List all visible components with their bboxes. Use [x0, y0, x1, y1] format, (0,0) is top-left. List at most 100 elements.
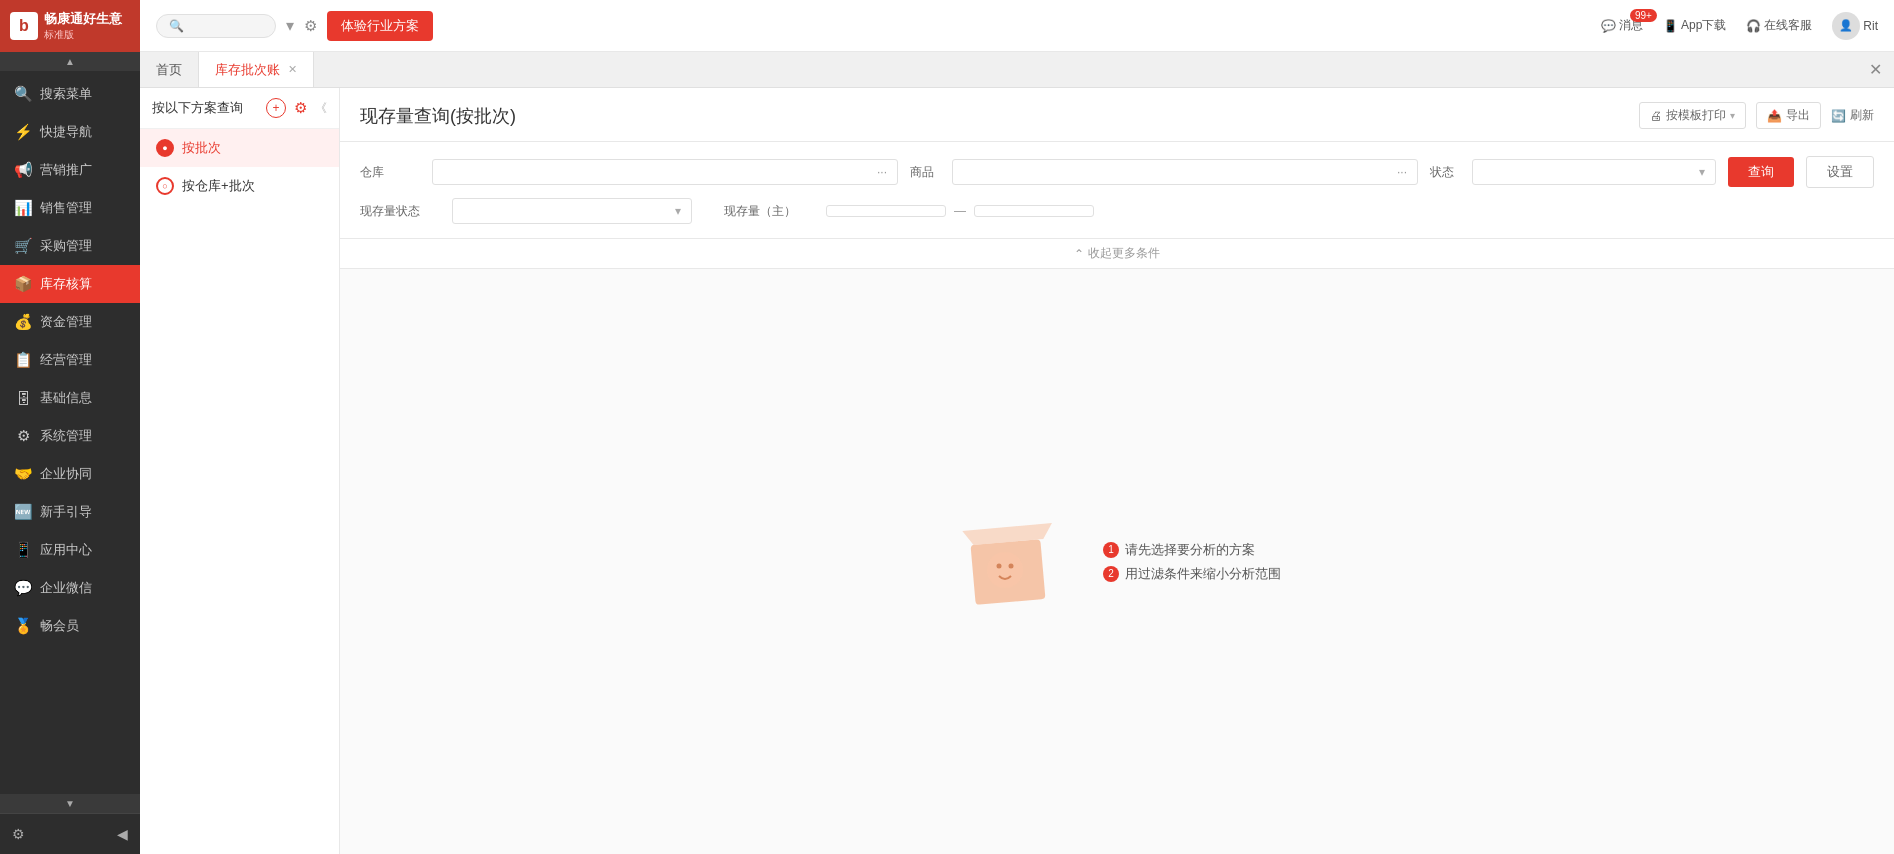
sidebar-item-marketing[interactable]: 📢 营销推广 [0, 151, 140, 189]
sidebar-header: b 畅康通好生意 标准版 [0, 0, 140, 52]
sidebar-item-guide[interactable]: 🆕 新手引导 [0, 493, 140, 531]
sidebar-item-member[interactable]: 🏅 畅会员 [0, 607, 140, 645]
sidebar-item-search[interactable]: 🔍 搜索菜单 [0, 75, 140, 113]
scroll-down-btn[interactable]: ▼ [0, 794, 140, 813]
refresh-label: 刷新 [1850, 107, 1874, 124]
topbar-search-bar[interactable]: 🔍 [156, 14, 276, 38]
tab-home-label: 首页 [156, 61, 182, 79]
sidebar-item-inventory[interactable]: 📦 库存核算 [0, 265, 140, 303]
plan-item-by-warehouse-batch[interactable]: ○ 按仓库+批次 [140, 167, 339, 205]
app-download-label: App下载 [1681, 17, 1726, 34]
sidebar-item-operation[interactable]: 📋 经营管理 [0, 341, 140, 379]
hint-1-text: 请先选择要分析的方案 [1125, 541, 1255, 559]
range-dash: — [954, 204, 966, 218]
sidebar-item-system[interactable]: ⚙ 系统管理 [0, 417, 140, 455]
sidebar-nav: 🔍 搜索菜单 ⚡ 快捷导航 📢 营销推广 📊 销售管理 🛒 采购管理 📦 库存核… [0, 71, 140, 794]
message-btn[interactable]: 💬 消息 99+ [1601, 17, 1643, 34]
settings-button[interactable]: 设置 [1806, 156, 1874, 188]
sidebar-item-quick-label: 快捷导航 [40, 123, 92, 141]
panel-collapse-icon[interactable]: 《 [315, 100, 327, 117]
sidebar-item-system-label: 系统管理 [40, 427, 92, 445]
sidebar-item-operation-label: 经营管理 [40, 351, 92, 369]
status-dropdown-icon: ▾ [1699, 165, 1705, 179]
footer-settings-icon[interactable]: ⚙ [8, 822, 29, 846]
warehouse-input[interactable]: ··· [432, 159, 898, 185]
product-input[interactable]: ··· [952, 159, 1418, 185]
sidebar-item-inventory-label: 库存核算 [40, 275, 92, 293]
inventory-icon: 📦 [14, 275, 32, 293]
inventory-amount-range: — [826, 204, 1874, 218]
export-icon: 📤 [1767, 109, 1782, 123]
inventory-amount-to[interactable] [974, 205, 1094, 217]
sidebar-item-wechat[interactable]: 💬 企业微信 [0, 569, 140, 607]
sidebar-item-basic[interactable]: 🗄 基础信息 [0, 379, 140, 417]
plan-item-by-batch[interactable]: ● 按批次 [140, 129, 339, 167]
tab-inventory-batch[interactable]: 库存批次账 ✕ [199, 52, 314, 87]
trial-button[interactable]: 体验行业方案 [327, 11, 433, 41]
svg-point-3 [997, 563, 1002, 568]
tab-panel-close-btn[interactable]: ✕ [1857, 60, 1894, 79]
filter-row-2: 现存量状态 ▾ 现存量（主） — [360, 198, 1874, 224]
basic-icon: 🗄 [14, 390, 32, 407]
left-panel-actions: + ⚙ 《 [266, 98, 327, 118]
topbar-gear-icon[interactable]: ⚙ [304, 17, 317, 35]
query-button[interactable]: 查询 [1728, 157, 1794, 187]
wechat-icon: 💬 [14, 579, 32, 597]
page-title-row: 现存量查询(按批次) 🖨 按模板打印 ▾ 📤 导出 🔄 [360, 102, 1874, 129]
sidebar-item-search-label: 搜索菜单 [40, 85, 92, 103]
inventory-status-select[interactable]: ▾ [452, 198, 692, 224]
inventory-status-label: 现存量状态 [360, 203, 440, 220]
purchase-icon: 🛒 [14, 237, 32, 255]
add-plan-btn[interactable]: + [266, 98, 286, 118]
export-btn[interactable]: 📤 导出 [1756, 102, 1821, 129]
quick-icon: ⚡ [14, 123, 32, 141]
headset-icon: 🎧 [1746, 19, 1761, 33]
sidebar-item-guide-label: 新手引导 [40, 503, 92, 521]
apps-icon: 📱 [14, 541, 32, 559]
sidebar-item-quick[interactable]: ⚡ 快捷导航 [0, 113, 140, 151]
inventory-amount-from[interactable] [826, 205, 946, 217]
scroll-up-btn[interactable]: ▲ [0, 52, 140, 71]
sidebar-item-apps[interactable]: 📱 应用中心 [0, 531, 140, 569]
hint-2: 2 用过滤条件来缩小分析范围 [1103, 565, 1281, 583]
page-actions: 🖨 按模板打印 ▾ 📤 导出 🔄 刷新 [1639, 102, 1874, 129]
sidebar-item-corp[interactable]: 🤝 企业协同 [0, 455, 140, 493]
plan-by-batch-icon: ● [156, 139, 174, 157]
inventory-amount-label: 现存量（主） [724, 203, 814, 220]
warehouse-dots: ··· [877, 165, 887, 179]
sidebar-item-wechat-label: 企业微信 [40, 579, 92, 597]
collapse-filter-btn[interactable]: ⌃ 收起更多条件 [340, 239, 1894, 269]
app-edition: 标准版 [44, 28, 122, 41]
sales-icon: 📊 [14, 199, 32, 217]
plan-by-warehouse-batch-label: 按仓库+批次 [182, 177, 255, 195]
refresh-btn[interactable]: 🔄 刷新 [1831, 107, 1874, 124]
empty-text: 1 请先选择要分析的方案 2 用过滤条件来缩小分析范围 [1103, 535, 1281, 589]
online-service-btn[interactable]: 🎧 在线客服 [1746, 17, 1812, 34]
search-icon: 🔍 [14, 85, 32, 103]
sidebar-item-corp-label: 企业协同 [40, 465, 92, 483]
user-profile-btn[interactable]: 👤 Rit [1832, 12, 1878, 40]
plus-icon: + [272, 101, 279, 115]
empty-svg [953, 502, 1073, 622]
print-label: 按模板打印 [1666, 107, 1726, 124]
finance-icon: 💰 [14, 313, 32, 331]
sidebar-item-purchase[interactable]: 🛒 采购管理 [0, 227, 140, 265]
topbar-dropdown-icon[interactable]: ▾ [286, 16, 294, 35]
tab-home[interactable]: 首页 [140, 52, 199, 87]
tab-close-icon[interactable]: ✕ [288, 63, 297, 76]
status-select[interactable]: ▾ [1472, 159, 1716, 185]
topbar-search-icon: 🔍 [169, 19, 184, 33]
app-logo: b [10, 12, 38, 40]
footer-collapse-icon[interactable]: ◀ [113, 822, 132, 846]
product-label: 商品 [910, 164, 940, 181]
app-download-btn[interactable]: 📱 App下载 [1663, 17, 1726, 34]
inventory-status-dropdown-icon: ▾ [675, 204, 681, 218]
print-btn[interactable]: 🖨 按模板打印 ▾ [1639, 102, 1746, 129]
sidebar-item-finance[interactable]: 💰 资金管理 [0, 303, 140, 341]
app-download-icon: 📱 [1663, 19, 1678, 33]
print-dropdown-icon[interactable]: ▾ [1730, 110, 1735, 121]
sidebar-item-sales[interactable]: 📊 销售管理 [0, 189, 140, 227]
plan-settings-icon[interactable]: ⚙ [294, 99, 307, 117]
warehouse-label: 仓库 [360, 164, 420, 181]
sidebar-item-marketing-label: 营销推广 [40, 161, 92, 179]
